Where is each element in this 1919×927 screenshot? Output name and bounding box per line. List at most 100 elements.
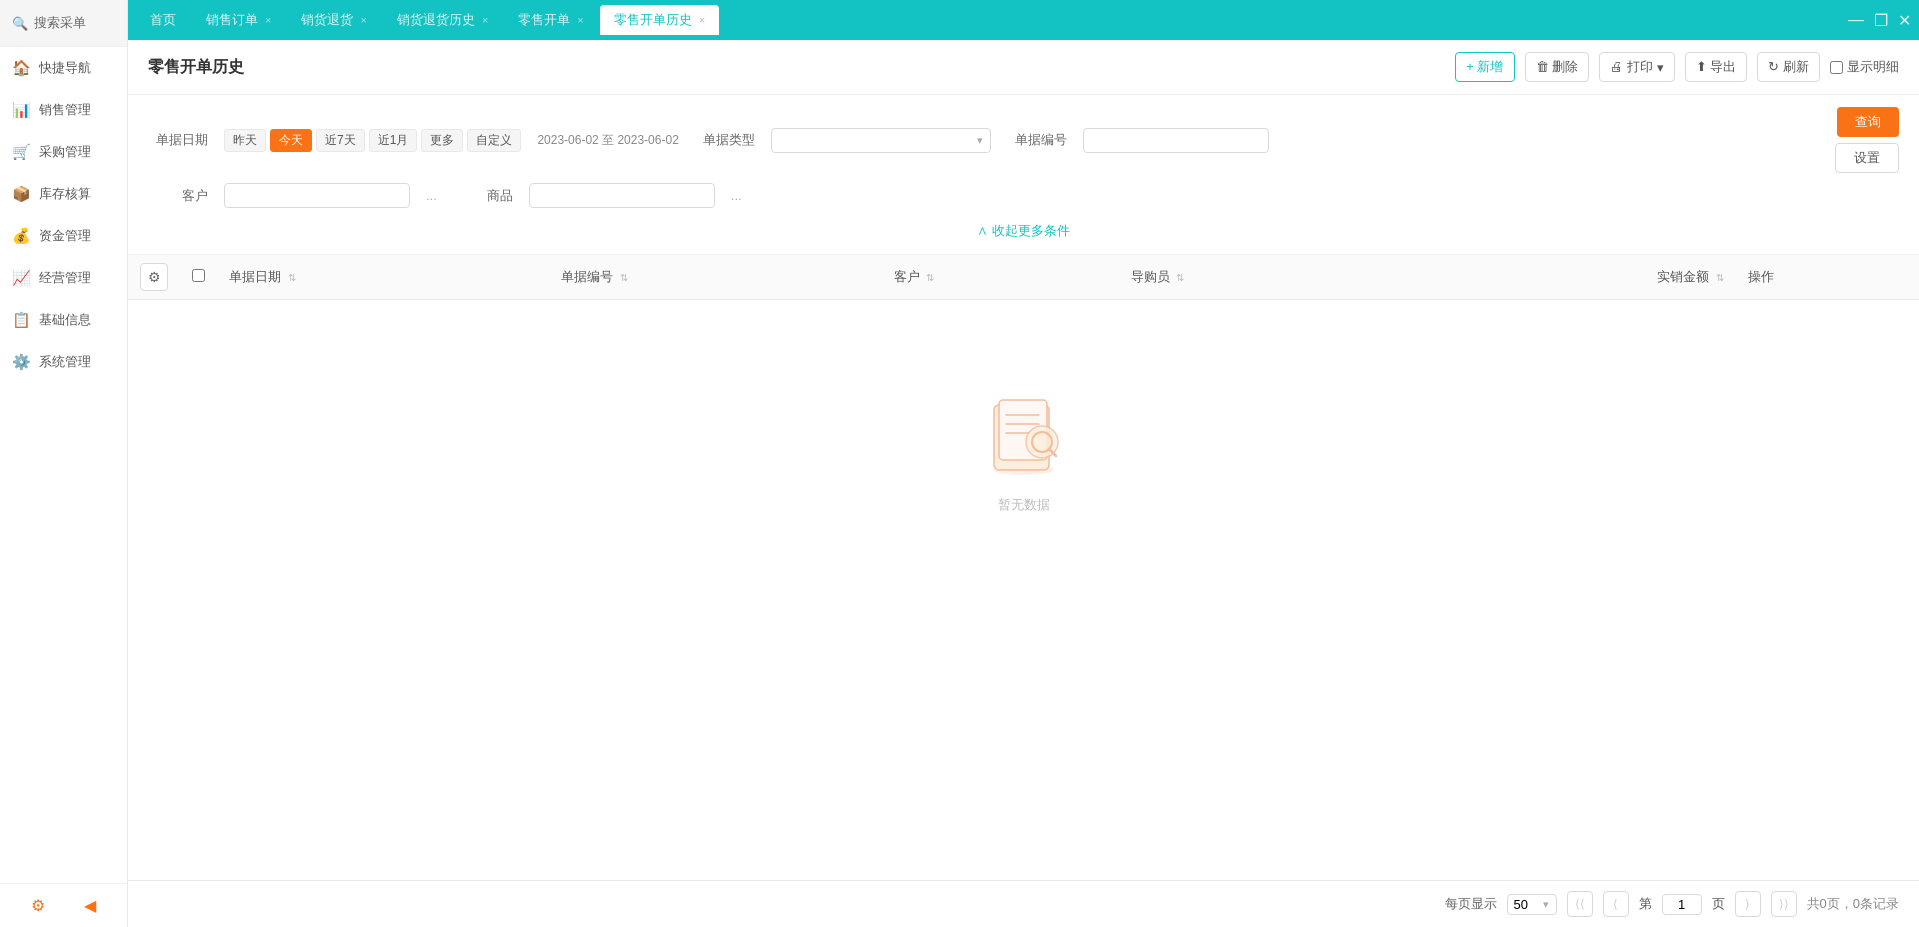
- show-detail-label-text: 显示明细: [1847, 58, 1899, 76]
- tab-label-retail-open: 零售开单: [518, 11, 570, 29]
- customer-label: 客户: [148, 187, 208, 205]
- window-minimize-btn[interactable]: —: [1848, 11, 1864, 29]
- per-page-select[interactable]: 2050100200: [1507, 894, 1557, 915]
- col-doc-date: 单据日期 ⇅: [217, 255, 549, 300]
- page-suffix: 页: [1712, 895, 1725, 913]
- doc-type-select[interactable]: [771, 128, 991, 153]
- query-button[interactable]: 查询: [1837, 107, 1899, 137]
- tab-close-sales-return-history[interactable]: ×: [482, 14, 488, 26]
- show-detail-checkbox-label[interactable]: 显示明细: [1830, 58, 1899, 76]
- main-area: 首页销售订单×销货退货×销货退货历史×零售开单×零售开单历史× — ❐ ✕ 零售…: [128, 0, 1919, 927]
- doc-no-input[interactable]: [1083, 128, 1269, 153]
- col-amount-label: 实销金额: [1657, 269, 1709, 284]
- tab-close-retail-open-history[interactable]: ×: [699, 14, 705, 26]
- column-settings-btn[interactable]: ⚙: [140, 263, 168, 291]
- date-btn-last7[interactable]: 近7天: [316, 129, 365, 152]
- filter-area: 单据日期 昨天今天近7天近1月更多自定义 2023-06-02 至 2023-0…: [128, 95, 1919, 255]
- empty-state: 暂无数据: [128, 300, 1919, 594]
- page-number-input[interactable]: [1662, 894, 1702, 915]
- sidebar-icon-finance: 💰: [12, 227, 31, 245]
- delete-button[interactable]: 🗑 删除: [1525, 52, 1590, 82]
- sidebar-item-sales-mgmt[interactable]: 📊 销售管理: [0, 89, 127, 131]
- col-doc-date-label: 单据日期: [229, 269, 281, 284]
- customer-sort-icon[interactable]: ⇅: [926, 272, 934, 283]
- tab-sales-order[interactable]: 销售订单 ×: [192, 5, 285, 35]
- window-restore-btn[interactable]: ❐: [1874, 11, 1888, 30]
- sidebar-icon-inventory: 📦: [12, 185, 31, 203]
- per-page-select-wrapper: 2050100200: [1507, 894, 1557, 915]
- goods-lookup-btn[interactable]: ...: [731, 188, 742, 203]
- export-button[interactable]: ⬆ 导出: [1685, 52, 1748, 82]
- sidebar-bottom: ⚙ ◀: [0, 883, 127, 927]
- tab-retail-open-history[interactable]: 零售开单历史 ×: [600, 5, 719, 35]
- collapse-icon[interactable]: ◀: [84, 896, 96, 915]
- sidebar-item-basic-info[interactable]: 📋基础信息: [0, 299, 127, 341]
- last-page-btn[interactable]: ⟩⟩: [1771, 891, 1797, 917]
- customer-lookup-btn[interactable]: ...: [426, 188, 437, 203]
- tab-retail-open[interactable]: 零售开单 ×: [504, 5, 597, 35]
- tab-label-retail-open-history: 零售开单历史: [614, 11, 692, 29]
- col-salesperson: 导购员 ⇅: [1119, 255, 1404, 300]
- tab-close-retail-open[interactable]: ×: [577, 14, 583, 26]
- tab-label-sales-return: 销货退货: [301, 11, 353, 29]
- sidebar-label-sales-mgmt: 销售管理: [39, 101, 91, 119]
- print-icon: 🖨 打印: [1610, 58, 1653, 76]
- add-button[interactable]: + 新增: [1455, 52, 1514, 82]
- tab-sales-return-history[interactable]: 销货退货历史×: [383, 5, 502, 35]
- date-range-display: 2023-06-02 至 2023-06-02: [537, 132, 678, 149]
- sidebar-item-sys-mgmt[interactable]: ⚙️系统管理: [0, 341, 127, 383]
- sidebar-item-finance[interactable]: 💰 资金管理: [0, 215, 127, 257]
- date-btn-more[interactable]: 更多: [421, 129, 463, 152]
- date-btn-custom[interactable]: 自定义: [467, 129, 521, 152]
- tab-close-sales-return[interactable]: ×: [360, 14, 366, 26]
- col-customer-label: 客户: [894, 269, 920, 284]
- page-header: 零售开单历史 + 新增 🗑 删除 🖨 打印 ▾ ⬆ 导出 ↻ 刷新 显示明细: [128, 40, 1919, 95]
- goods-input[interactable]: [529, 183, 715, 208]
- sidebar-icon-operation: 📈: [12, 269, 31, 287]
- prev-page-btn[interactable]: ⟨: [1603, 891, 1629, 917]
- sidebar-search[interactable]: 🔍 搜索采单: [0, 0, 127, 47]
- customer-input[interactable]: [224, 183, 410, 208]
- search-icon: 🔍: [12, 16, 28, 31]
- sidebar-label-purchase-mgmt: 采购管理: [39, 143, 91, 161]
- select-all-checkbox[interactable]: [192, 269, 205, 282]
- collapse-bar[interactable]: ∧ 收起更多条件: [148, 218, 1899, 248]
- next-page-btn[interactable]: ⟩: [1735, 891, 1761, 917]
- print-arrow-icon: ▾: [1657, 60, 1664, 75]
- salesperson-sort-icon[interactable]: ⇅: [1176, 272, 1184, 283]
- sidebar-icon-sales-mgmt: 📊: [12, 101, 31, 119]
- sidebar-item-inventory[interactable]: 📦库存核算: [0, 173, 127, 215]
- date-btn-yesterday[interactable]: 昨天: [224, 129, 266, 152]
- query-buttons-col: 查询 设置: [1835, 107, 1899, 173]
- date-btn-last_month[interactable]: 近1月: [369, 129, 418, 152]
- first-page-btn[interactable]: ⟨⟨: [1567, 891, 1593, 917]
- empty-icon: [974, 380, 1074, 480]
- show-detail-checkbox[interactable]: [1830, 61, 1843, 74]
- date-btn-today[interactable]: 今天: [270, 129, 312, 152]
- tab-sales-return[interactable]: 销货退货 ×: [287, 5, 380, 35]
- tab-home[interactable]: 首页: [136, 5, 190, 35]
- col-action: 操作: [1736, 255, 1919, 300]
- set-button[interactable]: 设置: [1835, 143, 1899, 173]
- sidebar-label-finance: 资金管理: [39, 227, 91, 245]
- doc-date-sort-icon[interactable]: ⇅: [288, 272, 296, 283]
- col-settings: ⚙: [128, 255, 180, 300]
- sidebar-item-operation[interactable]: 📈经营管理: [0, 257, 127, 299]
- sidebar-item-quick-nav[interactable]: 🏠快捷导航: [0, 47, 127, 89]
- amount-sort-icon[interactable]: ⇅: [1716, 272, 1724, 283]
- col-customer: 客户 ⇅: [882, 255, 1119, 300]
- sidebar-item-purchase-mgmt[interactable]: 🛒采购管理: [0, 131, 127, 173]
- settings-icon[interactable]: ⚙: [31, 896, 45, 915]
- tab-close-sales-order[interactable]: ×: [265, 14, 271, 26]
- sidebar-icon-sys-mgmt: ⚙️: [12, 353, 31, 371]
- tab-label-sales-order: 销售订单: [206, 11, 258, 29]
- print-button[interactable]: 🖨 打印 ▾: [1599, 52, 1675, 82]
- date-buttons: 昨天今天近7天近1月更多自定义: [224, 129, 521, 152]
- pagination: 每页显示 2050100200 ⟨⟨ ⟨ 第 页 ⟩ ⟩⟩ 共0页，0条记录: [128, 880, 1919, 927]
- sidebar-icon-quick-nav: 🏠: [12, 59, 31, 77]
- data-table: ⚙ 单据日期 ⇅ 单据编号 ⇅ 客户 ⇅: [128, 255, 1919, 300]
- window-close-btn[interactable]: ✕: [1898, 11, 1911, 30]
- toolbar: + 新增 🗑 删除 🖨 打印 ▾ ⬆ 导出 ↻ 刷新 显示明细: [1455, 52, 1899, 82]
- refresh-button[interactable]: ↻ 刷新: [1757, 52, 1820, 82]
- doc-no-sort-icon[interactable]: ⇅: [620, 272, 628, 283]
